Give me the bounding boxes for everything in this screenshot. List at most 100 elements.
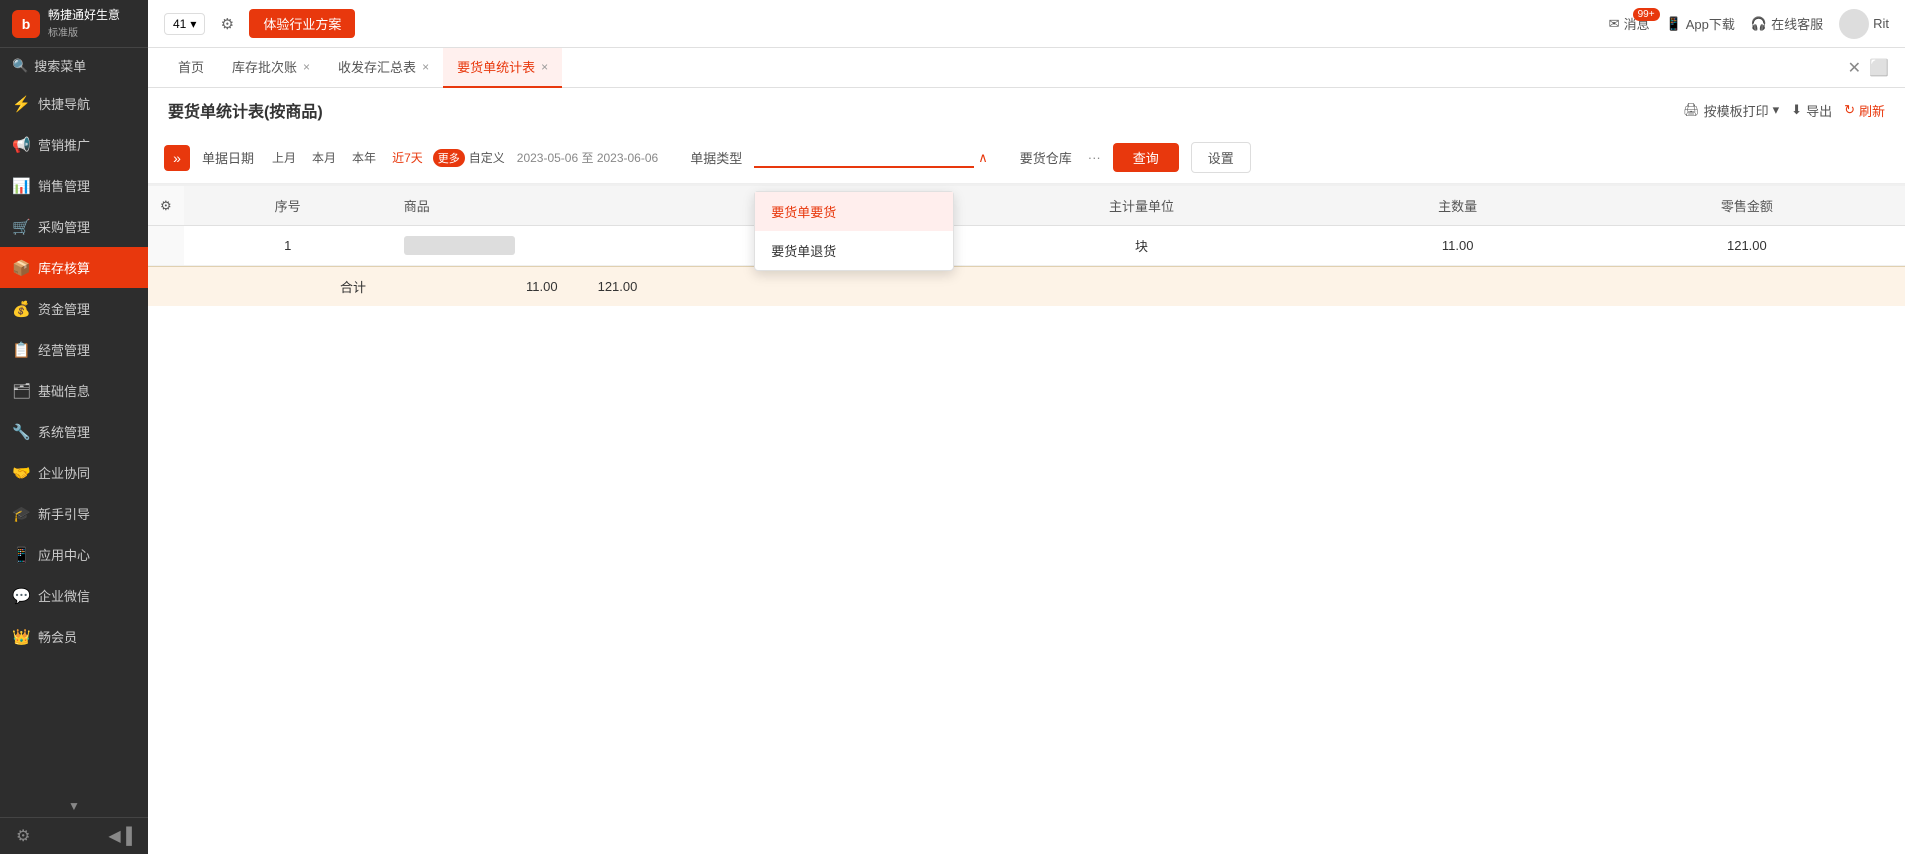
sidebar-item-quick-nav[interactable]: ⚡快捷导航 (0, 83, 148, 124)
type-dropdown-arrow[interactable]: ∧ (978, 150, 988, 166)
filter-bar: » 单据日期 上月 本月 本年 近7天 更多 自定义 2023-05-06 至 … (148, 132, 1905, 184)
date-btn-prev-month[interactable]: 上月 (266, 147, 302, 168)
user-avatar[interactable]: Rit (1839, 9, 1889, 39)
footer-label: 合计 (340, 277, 366, 296)
sidebar-item-label: 销售管理 (38, 176, 90, 195)
collapse-icon[interactable]: ◀▐ (108, 826, 132, 846)
sidebar-item-purchase[interactable]: 🛒采购管理 (0, 206, 148, 247)
wechat-icon: 💬 (12, 587, 30, 605)
tab-label: 首页 (178, 57, 204, 76)
sidebar-item-label: 系统管理 (38, 422, 90, 441)
store-gear-btn[interactable]: ⚙ (213, 10, 241, 38)
date-btn-cur-month[interactable]: 本月 (306, 147, 342, 168)
th-quantity: 主数量 (1327, 186, 1589, 226)
th-seq: 序号 (184, 186, 392, 226)
sidebar-item-label: 基础信息 (38, 381, 90, 400)
date-btn-cur-year[interactable]: 本年 (346, 147, 382, 168)
sidebar-item-inventory[interactable]: 📦库存核算 (0, 247, 148, 288)
sidebar-item-operations[interactable]: 📋经营管理 (0, 329, 148, 370)
online-service-btn[interactable]: 🎧 在线客服 (1751, 14, 1823, 33)
tab-receivables[interactable]: 收发存汇总表 × (324, 48, 443, 88)
export-label: 导出 (1806, 101, 1832, 120)
td-seq: 1 (184, 226, 392, 266)
sidebar-item-label: 畅会员 (38, 627, 77, 646)
settings-icon[interactable]: ⚙ (16, 826, 30, 846)
sidebar-item-collab[interactable]: 🤝企业协同 (0, 452, 148, 493)
industry-btn[interactable]: 体验行业方案 (249, 9, 355, 38)
settings-filter-btn[interactable]: 设置 (1191, 142, 1251, 173)
online-service-label: 在线客服 (1771, 14, 1823, 33)
message-icon: ✉ (1609, 16, 1620, 32)
quick-nav-icon: ⚡ (12, 95, 30, 113)
top-header: 41 ▾ ⚙ 体验行业方案 ✉ 消息 99+ 📱 App下载 🎧 在线客服 (148, 0, 1905, 48)
sidebar-scroll-down[interactable]: ▼ (0, 795, 148, 817)
tab-label: 库存批次账 (232, 57, 297, 76)
sidebar-item-label: 企业微信 (38, 586, 90, 605)
logo-sub: 标准版 (48, 24, 120, 39)
gear-icon: ⚙ (221, 15, 234, 33)
app-download-btn[interactable]: 📱 App下载 (1666, 14, 1735, 33)
search-menu-label: 搜索菜单 (34, 56, 86, 75)
header-left: 41 ▾ ⚙ 体验行业方案 (164, 9, 1597, 38)
refresh-btn[interactable]: ↻ 刷新 (1844, 101, 1885, 120)
tabs-window-controls: ✕ ⬜ (1848, 58, 1889, 78)
collab-icon: 🤝 (12, 464, 30, 482)
filter-expand-btn[interactable]: » (164, 145, 190, 171)
sidebar-item-label: 资金管理 (38, 299, 90, 318)
sidebar-item-guide[interactable]: 🎓新手引导 (0, 493, 148, 534)
sidebar-item-finance[interactable]: 💰资金管理 (0, 288, 148, 329)
sidebar-item-basic[interactable]: 🗂 基础信息 (0, 370, 148, 411)
sidebar-nav: ⚡快捷导航📢营销推广📊销售管理🛒采购管理📦库存核算💰资金管理📋经营管理 🗂 基础信息… (0, 83, 148, 795)
sidebar-item-sales[interactable]: 📊销售管理 (0, 165, 148, 206)
td-spacer (148, 226, 184, 266)
tab-home[interactable]: 首页 (164, 48, 218, 88)
logo: b 畅捷通好生意 标准版 (0, 0, 148, 48)
sidebar-item-wechat[interactable]: 💬 企业微信 (0, 575, 148, 616)
message-badge: 99+ (1633, 8, 1660, 21)
date-range-display: 2023-05-06 至 2023-06-06 (517, 149, 658, 166)
basic-icon: 🗂 (12, 382, 30, 400)
tab-close-requisition[interactable]: × (541, 61, 548, 73)
page-title: 要货单统计表(按商品) (168, 98, 323, 132)
tab-requisition[interactable]: 要货单统计表× (443, 48, 562, 88)
dropdown-item-requisition-return[interactable]: 要货单退货 (755, 231, 953, 270)
type-label: 单据类型 (690, 148, 742, 167)
search-icon: 🔍 (12, 58, 28, 74)
sidebar-item-appstore[interactable]: 📱应用中心 (0, 534, 148, 575)
sidebar-item-member[interactable]: 👑 畅会员 (0, 616, 148, 657)
date-more-badge[interactable]: 更多 (433, 149, 465, 167)
sidebar-item-label: 应用中心 (38, 545, 90, 564)
tab-close-receivables[interactable]: × (422, 61, 429, 73)
refresh-icon: ↻ (1844, 102, 1855, 118)
tab-inventory-batch[interactable]: 库存批次账 × (218, 48, 324, 88)
app-icon: 📱 (1666, 16, 1682, 32)
warehouse-more-btn[interactable]: ··· (1088, 150, 1101, 165)
sidebar-item-marketing[interactable]: 📢营销推广 (0, 124, 148, 165)
sidebar-bottom: ⚙ ◀▐ (0, 817, 148, 854)
date-label: 单据日期 (202, 148, 254, 167)
footer-sales-amount: 121.00 (598, 279, 638, 294)
tab-label: 收发存汇总表 (338, 57, 416, 76)
print-btn[interactable]: 🖨 按模板打印 ▾ (1683, 101, 1779, 120)
th-config[interactable]: ⚙ (148, 186, 184, 226)
date-btn-7days[interactable]: 近7天 (386, 147, 429, 168)
window-close-btn[interactable]: ✕ (1848, 58, 1861, 78)
marketing-icon: 📢 (12, 136, 30, 154)
export-btn[interactable]: ⬇ 导出 (1791, 101, 1832, 120)
member-icon: 👑 (12, 628, 30, 646)
query-btn[interactable]: 查询 (1113, 143, 1179, 172)
date-custom-btn[interactable]: 自定义 (469, 149, 505, 166)
tab-close-inventory-batch[interactable]: × (303, 61, 310, 73)
type-input[interactable] (754, 147, 974, 168)
footer-quantity-cell: 11.00 (526, 279, 558, 294)
message-btn[interactable]: ✉ 消息 99+ (1609, 14, 1650, 33)
store-selector[interactable]: 41 ▾ (164, 13, 205, 35)
tabs-bar: 首页库存批次账×收发存汇总表×要货单统计表× ✕ ⬜ (148, 48, 1905, 88)
dropdown-item-requisition-order[interactable]: 要货单要货 (755, 192, 953, 231)
page-header: 要货单统计表(按商品) 🖨 按模板打印 ▾ ⬇ 导出 ↻ 刷新 (148, 88, 1905, 132)
sidebar-item-system[interactable]: 🔧系统管理 (0, 411, 148, 452)
window-expand-btn[interactable]: ⬜ (1869, 58, 1889, 78)
sidebar-item-label: 经营管理 (38, 340, 90, 359)
search-menu[interactable]: 🔍 搜索菜单 (0, 48, 148, 83)
type-dropdown-menu: 要货单要货要货单退货 (754, 191, 954, 271)
